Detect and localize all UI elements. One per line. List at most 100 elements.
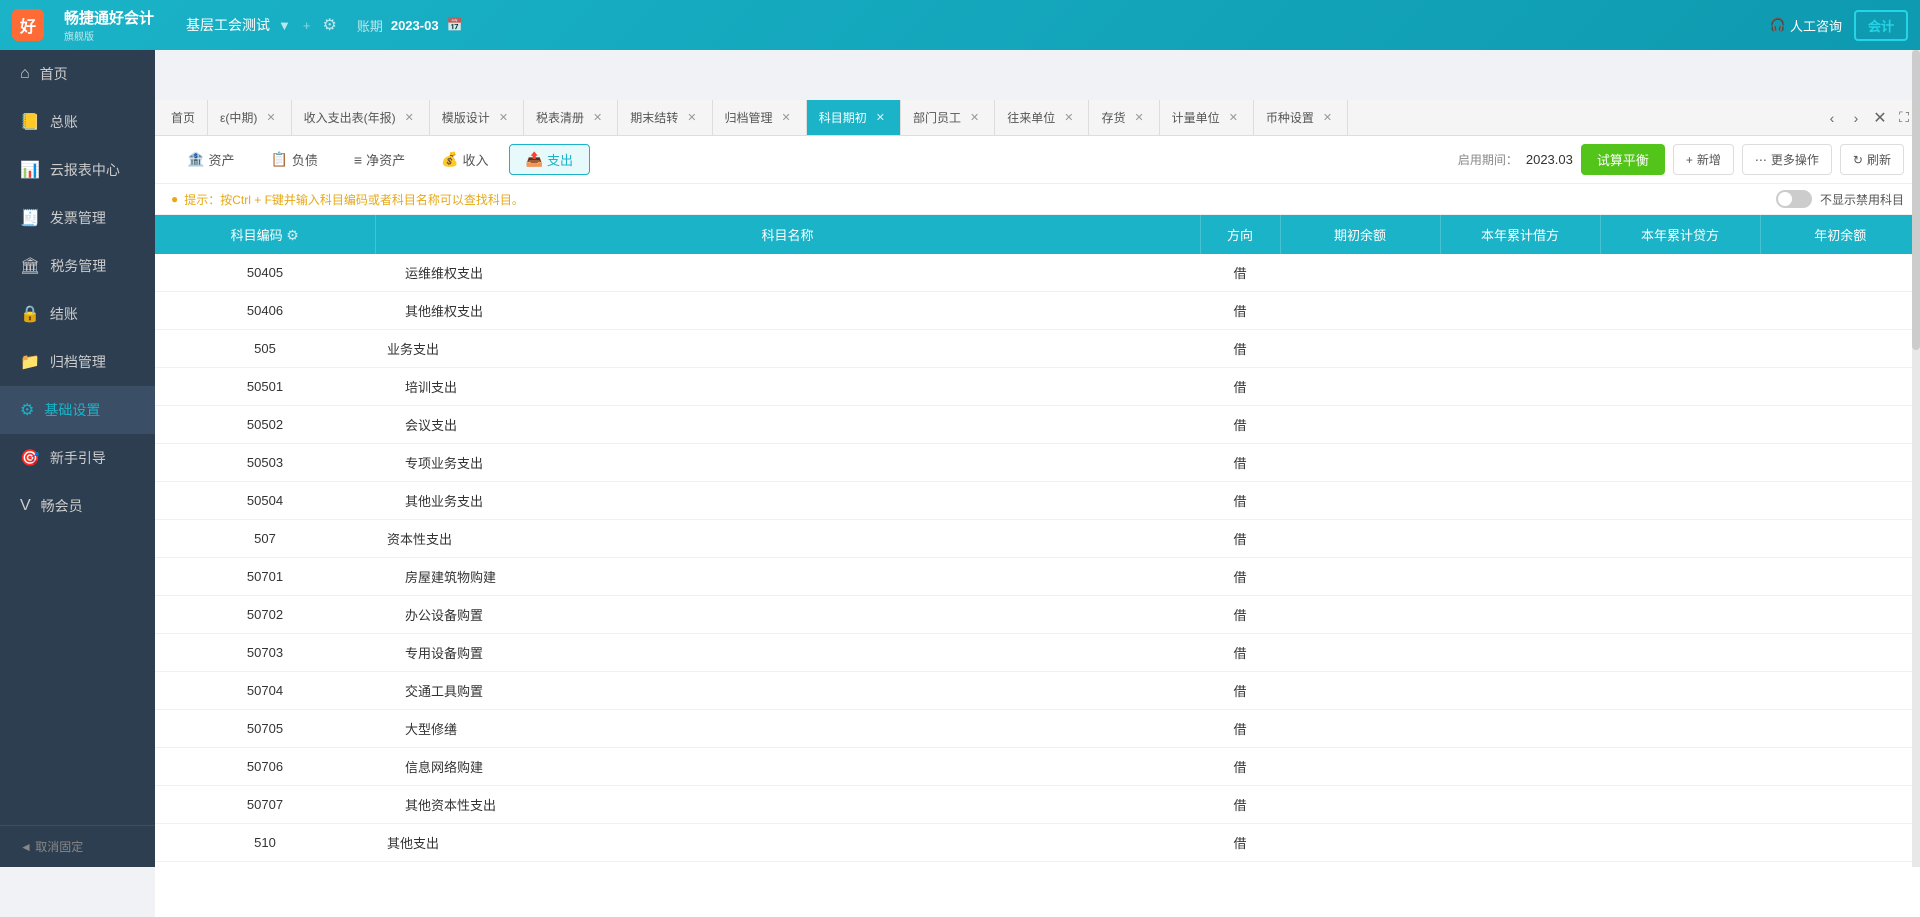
tab-close-dept_staff[interactable]: ✕ [967, 110, 982, 125]
support-button[interactable]: 🎧 人工咨询 [1770, 16, 1842, 35]
cell-name: 业务支出 [375, 330, 1200, 368]
tab-close-period_end[interactable]: ✕ [684, 110, 699, 125]
settings-icon[interactable]: ⚙ [322, 15, 336, 35]
tab-close-currency[interactable]: ✕ [1320, 110, 1335, 125]
tab-subject_init[interactable]: 科目期初✕ [807, 100, 901, 136]
account-button[interactable]: 会计 [1854, 10, 1908, 41]
nav-icon-close: 🔒 [20, 304, 40, 324]
table-row[interactable]: 50707 其他资本性支出 借 [155, 786, 1920, 824]
tab-close-inventory[interactable]: ✕ [1131, 110, 1146, 125]
tab-template[interactable]: 模版设计✕ [430, 100, 524, 136]
table-row[interactable]: 50705 大型修缮 借 [155, 710, 1920, 748]
tab-dept_staff[interactable]: 部门员工✕ [901, 100, 995, 136]
tab-archive[interactable]: 归档管理✕ [713, 100, 807, 136]
more-operations-button[interactable]: ⋯ 更多操作 [1742, 144, 1832, 175]
tab-close-subject_init[interactable]: ✕ [873, 110, 888, 125]
cell-ytd-balance [1760, 254, 1920, 292]
cell-ytd-credit [1600, 786, 1760, 824]
col-ytd-credit: 本年累计贷方 [1600, 215, 1760, 254]
company-dropdown-icon[interactable]: ▼ [278, 18, 291, 33]
sidebar-item-guide[interactable]: 🎯新手引导 [0, 434, 155, 482]
cell-direction: 借 [1200, 368, 1280, 406]
sidebar-item-close[interactable]: 🔒 结账 [0, 290, 155, 338]
table-row[interactable]: 50406 其他维权支出 借 [155, 292, 1920, 330]
tab-close-period_report[interactable]: ✕ [263, 110, 278, 125]
filter-tab-net_asset[interactable]: ≡净资产 [338, 145, 421, 174]
tab-close-tax[interactable]: ✕ [590, 110, 605, 125]
cell-code: 510 [155, 824, 375, 862]
tab-close-template[interactable]: ✕ [496, 110, 511, 125]
tab-close-income_report[interactable]: ✕ [402, 110, 417, 125]
table-row[interactable]: 50504 其他业务支出 借 [155, 482, 1920, 520]
filter-tab-expense[interactable]: 📤支出 [509, 144, 590, 175]
cell-ytd-credit [1600, 330, 1760, 368]
sidebar-item-tax[interactable]: 🏛税务管理 [0, 242, 155, 290]
tab-period_report[interactable]: ε(中期)✕ [208, 100, 292, 136]
tab-nav-prev[interactable]: ‹ [1820, 100, 1844, 136]
tab-tax[interactable]: 税表清册✕ [524, 100, 618, 136]
tab-close-archive[interactable]: ✕ [779, 110, 794, 125]
add-button[interactable]: + 新增 [1673, 144, 1734, 175]
table-row[interactable]: 50405 运维维权支出 借 [155, 254, 1920, 292]
tab-nav-next[interactable]: › [1844, 100, 1868, 136]
nav-label-guide: 新手引导 [50, 448, 106, 468]
tab-related_unit[interactable]: 往来单位✕ [995, 100, 1089, 136]
table-row[interactable]: 510 其他支出 借 [155, 824, 1920, 862]
cell-code: 50701 [155, 558, 375, 596]
tab-income_report[interactable]: 收入支出表(年报)✕ [292, 100, 430, 136]
cell-opening-balance [1280, 558, 1440, 596]
sidebar-item-reports[interactable]: 📊云报表中心 [0, 146, 155, 194]
table-row[interactable]: 50503 专项业务支出 借 [155, 444, 1920, 482]
table-row[interactable]: 50704 交通工具购置 借 [155, 672, 1920, 710]
nav-label-archive: 归档管理 [50, 352, 106, 372]
tab-inventory[interactable]: 存货 ✕ [1089, 100, 1159, 136]
nav-label-close: 结账 [50, 304, 78, 324]
cell-code: 50702 [155, 596, 375, 634]
tab-period_end[interactable]: 期末结转✕ [618, 100, 712, 136]
filter-tab-liability[interactable]: 📋负债 [254, 145, 333, 174]
tab-measure_unit[interactable]: 计量单位✕ [1160, 100, 1254, 136]
cell-direction: 借 [1200, 406, 1280, 444]
table-row[interactable]: 507 资本性支出 借 [155, 520, 1920, 558]
tab-close-all[interactable]: ✕ [1868, 100, 1892, 136]
sidebar-item-settings[interactable]: ⚙基础设置 [0, 386, 155, 434]
table-row[interactable]: 50703 专用设备购置 借 [155, 634, 1920, 672]
filter-tab-income[interactable]: 💰收入 [425, 145, 504, 174]
cell-name: 专项业务支出 [375, 444, 1200, 482]
filter-tab-asset[interactable]: 🏦资产 [171, 145, 250, 174]
sidebar-item-archive[interactable]: 📁 归档管理 [0, 338, 155, 386]
tab-home[interactable]: 首页 [159, 100, 208, 136]
cell-ytd-credit [1600, 634, 1760, 672]
cell-opening-balance [1280, 406, 1440, 444]
collapse-label: ◄ 取消固定 [20, 838, 83, 855]
col-settings-icon[interactable]: ⚙ [286, 227, 299, 243]
tab-close-measure_unit[interactable]: ✕ [1226, 110, 1241, 125]
tab-close-related_unit[interactable]: ✕ [1061, 110, 1076, 125]
logo-icon: 好 [12, 9, 44, 41]
cell-direction: 借 [1200, 596, 1280, 634]
scrollbar-thumb[interactable] [1912, 50, 1920, 350]
table-row[interactable]: 50701 房屋建筑物购建 借 [155, 558, 1920, 596]
cell-name: 资本性支出 [375, 520, 1200, 558]
tab-label-inventory: 存货 [1101, 109, 1125, 126]
sidebar-item-ledger[interactable]: 📒总账 [0, 98, 155, 146]
refresh-button[interactable]: ↻ 刷新 [1840, 144, 1904, 175]
cell-direction: 借 [1200, 558, 1280, 596]
table-row[interactable]: 505 业务支出 借 [155, 330, 1920, 368]
table-row[interactable]: 50501 培训支出 借 [155, 368, 1920, 406]
sidebar-item-member[interactable]: V畅会员 [0, 482, 155, 530]
cell-ytd-balance [1760, 786, 1920, 824]
toggle-disabled-subjects[interactable] [1776, 190, 1812, 208]
cell-ytd-credit [1600, 672, 1760, 710]
table-row[interactable]: 50706 信息网络购建 借 [155, 748, 1920, 786]
sidebar-item-home[interactable]: ⌂首页 [0, 50, 155, 98]
table-row[interactable]: 50702 办公设备购置 借 [155, 596, 1920, 634]
nav-icon-archive: 📁 [20, 352, 40, 372]
table-row[interactable]: 50502 会议支出 借 [155, 406, 1920, 444]
sidebar-item-invoice[interactable]: 🧾发票管理 [0, 194, 155, 242]
tab-currency[interactable]: 币种设置✕ [1254, 100, 1348, 136]
sidebar-collapse-button[interactable]: ◄ 取消固定 [0, 825, 155, 867]
cell-opening-balance [1280, 596, 1440, 634]
balance-button[interactable]: 试算平衡 [1581, 144, 1665, 175]
calendar-icon[interactable]: 📅 [447, 17, 463, 33]
